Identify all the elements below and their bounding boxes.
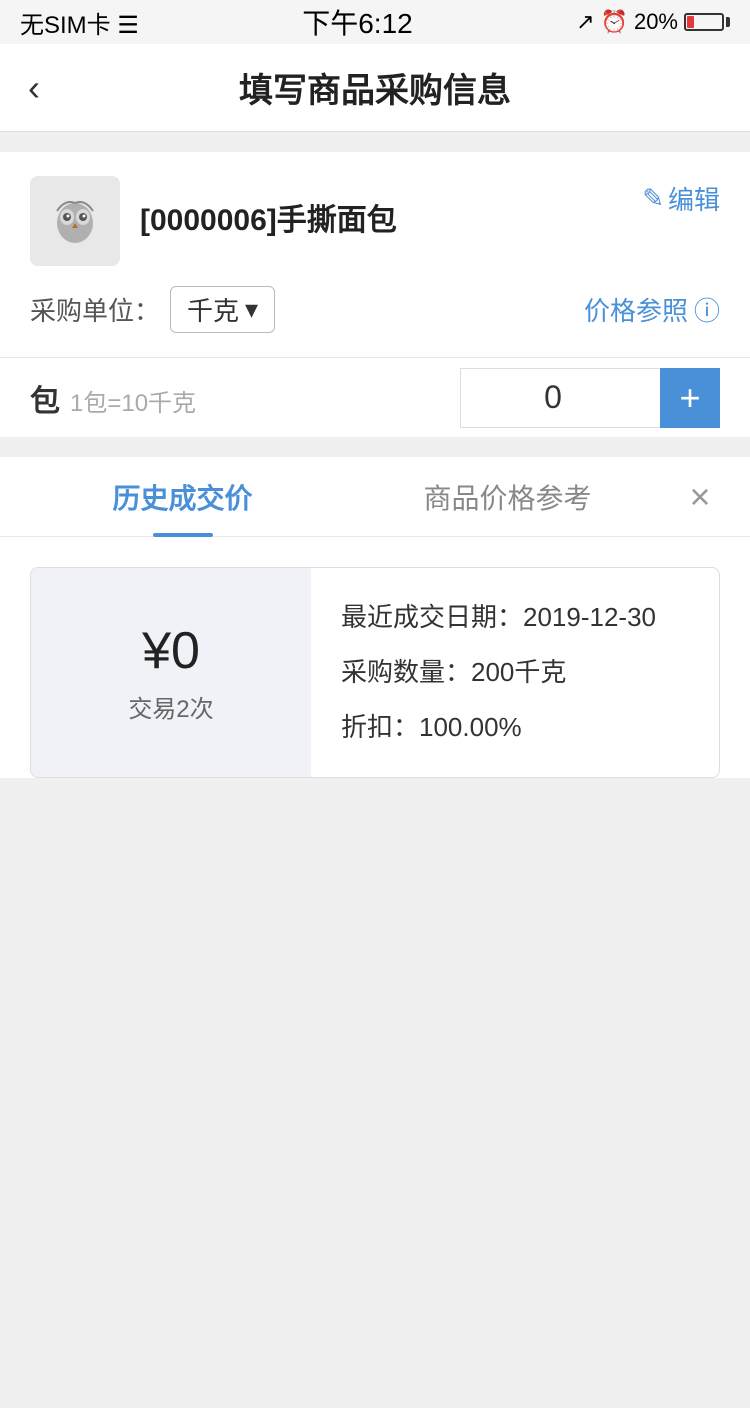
quantity-row: 包 1包=10千克 + — [0, 357, 750, 437]
price-amount: ¥0 — [142, 621, 200, 681]
quantity-unit-name: 包 — [30, 376, 60, 420]
alarm-icon: ⏰ — [601, 9, 628, 35]
product-card: [0000006]手撕面包 ✎ 编辑 采购单位： 千克 ▾ 价格参照 ⓘ — [0, 152, 750, 357]
product-logo-icon — [45, 191, 105, 251]
price-card-left: ¥0 交易2次 — [31, 568, 311, 777]
unit-value: 千克 — [187, 291, 239, 328]
status-carrier: 无SIM卡 ☰ — [20, 5, 139, 40]
help-icon: ⓘ — [694, 291, 720, 328]
battery-icon — [684, 13, 730, 31]
tab-history-price-label: 历史成交价 — [112, 477, 252, 517]
tabs-section: 历史成交价 商品价格参考 × ¥0 交易2次 最近成交日期：2019-12-30… — [0, 457, 750, 778]
purchase-unit: 采购单位： 千克 ▾ — [30, 286, 275, 333]
back-button[interactable]: ‹ — [28, 67, 40, 109]
page-title: 填写商品采购信息 — [239, 63, 511, 112]
quantity-unit-hint: 1包=10千克 — [70, 383, 196, 418]
status-time: 下午6:12 — [302, 2, 413, 42]
quantity-input-area: + — [460, 368, 720, 428]
tab-product-price-ref-label: 商品价格参考 — [423, 477, 591, 517]
product-thumbnail — [30, 176, 120, 266]
tabs-close-button[interactable]: × — [670, 467, 730, 527]
price-purchase-qty: 采购数量：200千克 — [341, 653, 689, 692]
carrier-text: 无SIM卡 ☰ — [20, 5, 139, 40]
tab-product-price-ref[interactable]: 商品价格参考 — [345, 457, 670, 537]
purchase-unit-label: 采购单位： — [30, 291, 160, 328]
edit-label: 编辑 — [668, 180, 720, 217]
dropdown-icon: ▾ — [245, 294, 258, 325]
quantity-label: 包 1包=10千克 — [30, 376, 196, 420]
price-ref-button[interactable]: 价格参照 ⓘ — [584, 291, 720, 328]
status-bar: 无SIM卡 ☰ 下午6:12 ↗ ⏰ 20% — [0, 0, 750, 44]
price-trades: 交易2次 — [128, 689, 213, 724]
price-recent-date: 最近成交日期：2019-12-30 — [341, 598, 689, 637]
edit-button[interactable]: ✎ 编辑 — [642, 180, 720, 217]
edit-icon: ✎ — [642, 183, 664, 214]
price-ref-label: 价格参照 — [584, 291, 688, 328]
main-content — [0, 808, 750, 1408]
product-left: [0000006]手撕面包 — [30, 176, 397, 266]
tabs-header: 历史成交价 商品价格参考 × — [0, 457, 750, 537]
battery-percent: 20% — [634, 9, 678, 35]
unit-select[interactable]: 千克 ▾ — [170, 286, 275, 333]
location-icon: ↗ — [576, 9, 594, 35]
product-name: [0000006]手撕面包 — [140, 200, 397, 242]
status-right: ↗ ⏰ 20% — [576, 9, 730, 35]
quantity-input[interactable] — [460, 368, 660, 428]
price-currency: ¥ — [142, 622, 171, 680]
product-footer: 采购单位： 千克 ▾ 价格参照 ⓘ — [30, 286, 720, 333]
price-card-right: 最近成交日期：2019-12-30 采购数量：200千克 折扣：100.00% — [311, 568, 719, 777]
product-header: [0000006]手撕面包 ✎ 编辑 — [30, 176, 720, 266]
quantity-plus-button[interactable]: + — [660, 368, 720, 428]
tab-history-price[interactable]: 历史成交价 — [20, 457, 345, 537]
price-value: 0 — [171, 622, 200, 680]
price-discount: 折扣：100.00% — [341, 708, 689, 747]
nav-bar: ‹ 填写商品采购信息 — [0, 44, 750, 132]
price-card: ¥0 交易2次 最近成交日期：2019-12-30 采购数量：200千克 折扣：… — [30, 567, 720, 778]
